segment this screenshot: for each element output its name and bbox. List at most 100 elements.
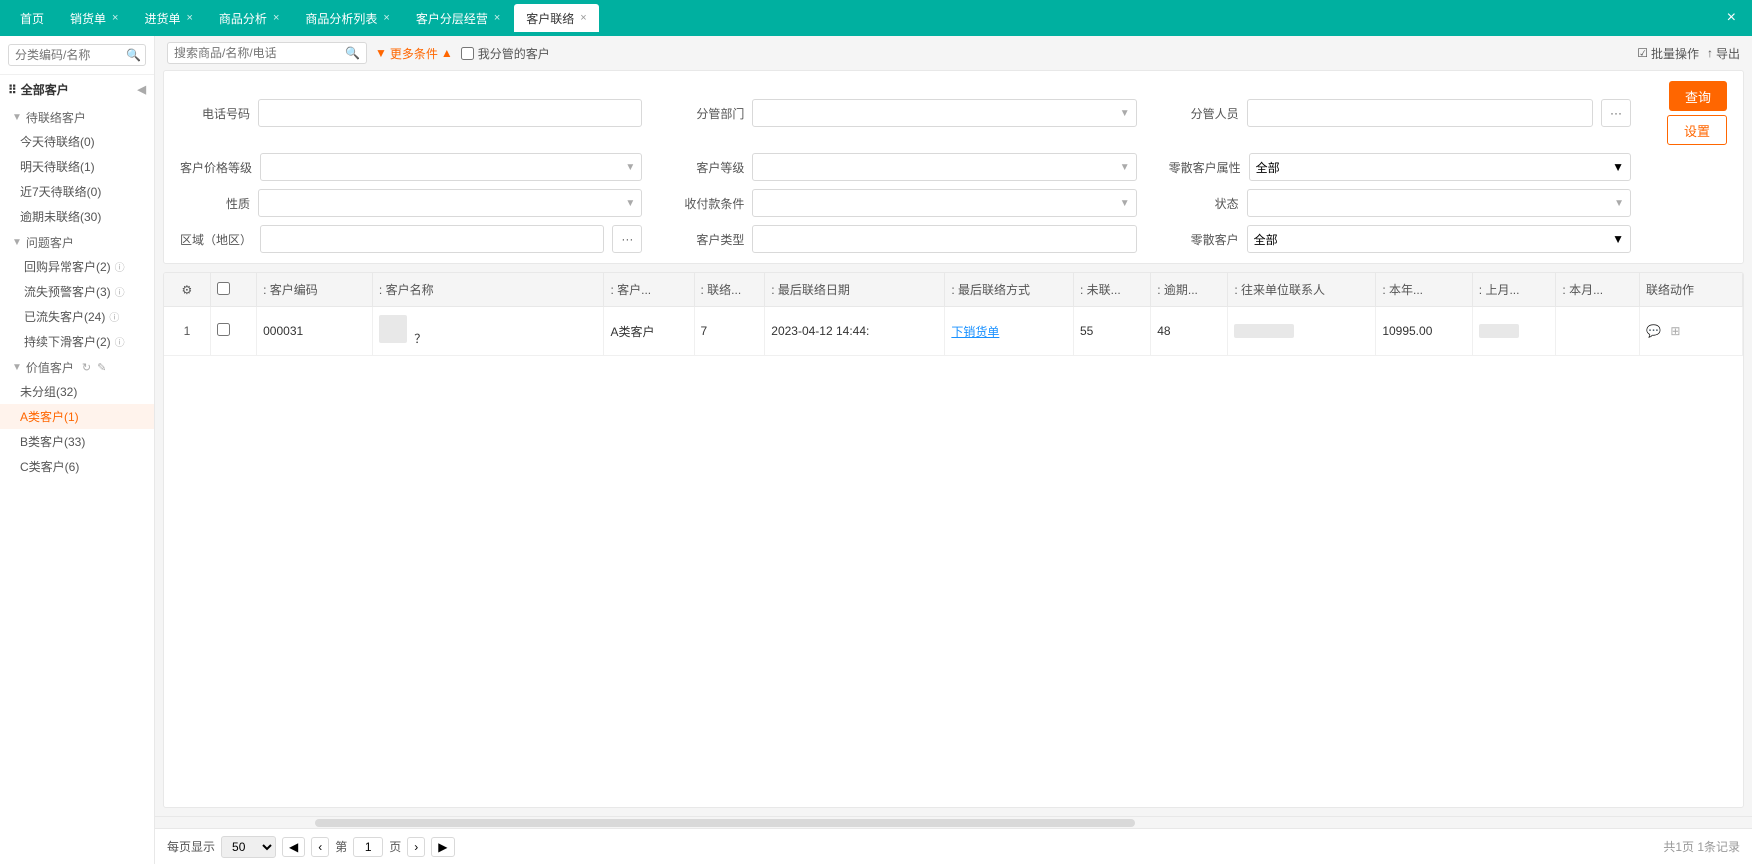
chevron-down-icon: ▼ [625,198,635,209]
nav-tab-customer-layer[interactable]: 客户分层经营 × [404,4,512,32]
chat-icon[interactable]: 💬 [1646,324,1661,338]
filter-select-price-level[interactable]: ▼ [260,153,642,181]
sidebar-item-churned[interactable]: 已流失客户(24) ⓘ [0,304,154,329]
filter-select-payment[interactable]: ▼ [752,189,1136,217]
td-this-month [1556,307,1640,356]
filter-select-retail-attr[interactable]: 全部 ▼ [1249,153,1631,181]
next-page-button[interactable]: › [407,837,425,857]
close-icon[interactable]: × [494,12,500,24]
filter-input-customer-type[interactable] [752,225,1136,253]
my-customers-checkbox-area[interactable]: 我分管的客户 [461,45,550,62]
nav-tab-purchase[interactable]: 进货单 × [132,4,204,32]
filter-input-region[interactable] [260,225,604,253]
td-overdue: 48 [1151,307,1228,356]
sidebar-item-7days-pending[interactable]: 近7天待联络(0) [0,179,154,204]
sidebar-group-value[interactable]: ▼ 价值客户 ↻ ✎ [0,354,154,379]
grid-icon[interactable]: ⊞ [1670,324,1680,338]
customer-name: ？ [414,332,426,346]
th-contact-label: : 联络... [701,283,742,297]
sidebar-item-c-class[interactable]: C类客户(6) [0,454,154,479]
filter-input-manager[interactable] [1247,99,1593,127]
sidebar-item-b-class[interactable]: B类客户(33) [0,429,154,454]
nav-tab-sales[interactable]: 销货单 × [58,4,130,32]
th-code: : 客户编码 [257,273,373,307]
scrollbar-thumb[interactable] [315,819,1135,827]
sidebar-item-a-class[interactable]: A类客户(1) [0,404,154,429]
sidebar-item-overdue[interactable]: 逾期未联络(30) [0,204,154,229]
set-button[interactable]: 设置 [1667,115,1727,145]
sidebar-search-area: 🔍 [0,36,154,75]
sidebar-item-declining[interactable]: 持续下滑客户(2) ⓘ [0,329,154,354]
toolbar-search-box[interactable]: 🔍 [167,42,367,64]
nav-tab-goods-analysis[interactable]: 商品分析 × [207,4,291,32]
close-icon[interactable]: × [383,12,389,24]
refresh-icon[interactable]: ↻ [82,361,91,374]
horizontal-scrollbar[interactable] [155,816,1752,828]
filter-arrow: ▲ [441,46,453,60]
filter-cell-retail: 零散客户 全部 ▼ [1169,225,1631,253]
last-way-link[interactable]: 下销货单 [951,325,999,339]
row-checkbox[interactable] [217,323,230,336]
nav-tab-home[interactable]: 首页 [8,4,56,32]
page-size-select[interactable]: 50 100 [221,836,276,858]
sidebar-item-churn-warning[interactable]: 流失预警客户(3) ⓘ [0,279,154,304]
prev-page-button[interactable]: ‹ [311,837,329,857]
retail-attr-value: 全部 [1256,159,1280,176]
grid-icon: ⠿ [8,83,17,97]
td-index: 1 [164,307,210,356]
my-customers-checkbox[interactable] [461,47,474,60]
td-contact-count: 7 [694,307,765,356]
first-page-button[interactable]: ◀ [282,837,305,857]
filter-label-region: 区域（地区） [180,231,252,248]
sidebar-group-problem[interactable]: ▼ 问题客户 [0,229,154,254]
filter-more-button[interactable]: ▼ 更多条件 ▲ [375,45,453,62]
collapse-icon[interactable]: ◀ [138,83,146,96]
batch-ops-button[interactable]: ☑ 批量操作 [1637,45,1699,62]
retail-value: 全部 [1254,231,1278,248]
th-no-contact: : 未联... [1074,273,1151,307]
query-button[interactable]: 查询 [1669,81,1727,111]
edit-icon[interactable]: ✎ [97,361,106,374]
td-checkbox[interactable] [210,307,256,356]
window-close-button[interactable]: × [1719,9,1744,27]
export-button[interactable]: ↑ 导出 [1707,45,1740,62]
filter-input-phone[interactable] [258,99,642,127]
th-checkbox[interactable] [210,273,256,307]
th-code-label: : 客户编码 [263,283,318,297]
filter-cell-dept: 分管部门 ▼ [674,99,1136,127]
sidebar-item-tomorrow-pending[interactable]: 明天待联络(1) [0,154,154,179]
nav-tab-goods-list[interactable]: 商品分析列表 × [293,4,401,32]
close-icon[interactable]: × [112,12,118,24]
nav-tab-customer-contact-label: 客户联络 [526,10,574,27]
export-label: 导出 [1716,45,1740,62]
page-number-input[interactable] [353,837,383,857]
filter-dots-manager[interactable]: ··· [1601,99,1631,127]
filter-select-dept[interactable]: ▼ [752,99,1136,127]
filter-select-nature[interactable]: ▼ [258,189,642,217]
sidebar-item-ungroup[interactable]: 未分组(32) [0,379,154,404]
filter-cell-region: 区域（地区） ··· [180,225,642,253]
td-this-year: 10995.00 [1376,307,1472,356]
th-settings[interactable]: ⚙ [164,273,210,307]
sidebar-item-today-pending[interactable]: 今天待联络(0) [0,129,154,154]
filter-select-retail[interactable]: 全部 ▼ [1247,225,1631,253]
filter-dots-region[interactable]: ··· [612,225,642,253]
td-last-way: 下销货单 [945,307,1074,356]
filter-label-price-level: 客户价格等级 [180,159,252,176]
page-size-label: 每页显示 [167,838,215,855]
close-icon[interactable]: × [580,12,586,24]
nav-tab-customer-contact[interactable]: 客户联络 × [514,4,598,32]
th-this-year: : 本年... [1376,273,1472,307]
sidebar-item-repurchase-abnormal[interactable]: 回购异常客户(2) ⓘ [0,254,154,279]
close-icon[interactable]: × [273,12,279,24]
filter-select-customer-level[interactable]: ▼ [752,153,1136,181]
sidebar-group-pending[interactable]: ▼ 待联络客户 [0,104,154,129]
filter-select-status[interactable]: ▼ [1247,189,1631,217]
filter-cell-phone: 电话号码 [180,99,642,127]
nav-tab-purchase-label: 进货单 [144,10,180,27]
toolbar-search-input[interactable] [174,46,345,60]
close-icon[interactable]: × [186,12,192,24]
select-all-checkbox[interactable] [217,282,230,295]
sidebar-all-customers[interactable]: ⠿ 全部客户 ◀ [0,75,154,104]
last-page-button[interactable]: ▶ [431,837,454,857]
